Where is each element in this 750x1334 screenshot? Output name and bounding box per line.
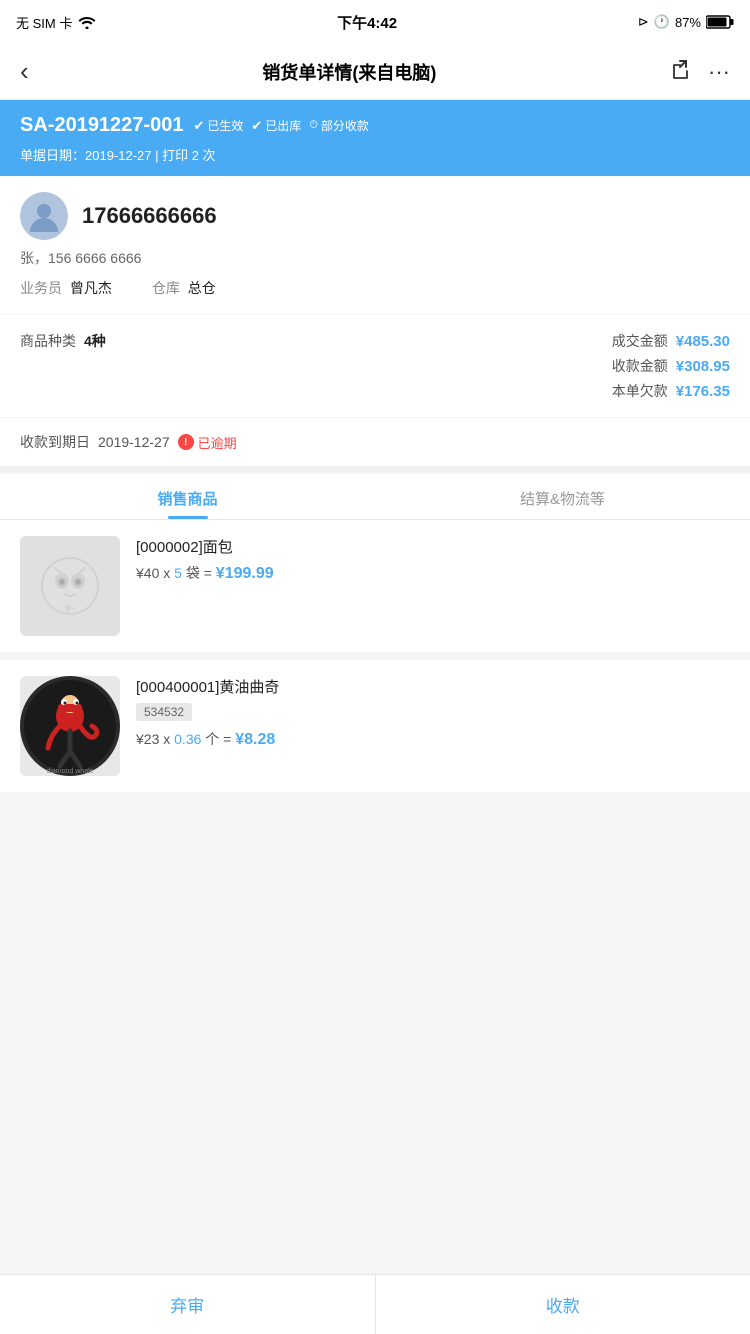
nav-right: ··· [670, 58, 730, 85]
wifi-icon [78, 15, 96, 29]
collect-payment-button[interactable]: 收款 [376, 1275, 750, 1334]
badge-shipped: ✔ 已出库 [251, 117, 301, 134]
product-1-image: 萝+ [20, 536, 120, 636]
product-1-total: ¥199.99 [216, 565, 274, 582]
nav-bar: ‹ 销货单详情(来自电脑) ··· [0, 44, 750, 100]
received-amount: 收款金额 ¥308.95 [612, 356, 730, 376]
due-date-label: 收款到期日 [20, 432, 90, 452]
salesperson-field: 业务员 曾凡杰 [20, 278, 112, 298]
customer-phone: 17666666666 [82, 203, 217, 229]
page-title: 销货单详情(来自电脑) [262, 59, 436, 85]
category-label: 商品种类 [20, 331, 76, 351]
product-1-name: [0000002]面包 [136, 536, 730, 557]
product-2-name: [000400001]黄油曲奇 [136, 676, 730, 697]
status-right: ⊳ 🕐 87% [638, 14, 734, 30]
badge-active: ✔ 已生效 [193, 117, 243, 134]
order-date: 单据日期：2019-12-27 | 打印 2 次 [20, 145, 730, 164]
alarm-icon: 🕐 [654, 14, 670, 30]
owed-amount-value: ¥176.35 [676, 383, 730, 400]
carrier-text: 无 SIM 卡 [16, 13, 72, 32]
more-button[interactable]: ··· [708, 59, 730, 85]
battery-icon [706, 15, 734, 29]
badge-active-label: 已生效 [207, 117, 243, 134]
product-2-qty: 0.36 [174, 731, 201, 747]
status-badges: ✔ 已生效 ✔ 已出库 ⏱ 部分收款 [193, 117, 368, 134]
product-2-info: [000400001]黄油曲奇 534532 ¥23 x 0.36 个 = ¥8… [136, 676, 730, 749]
warehouse-value: 总仓 [188, 280, 216, 296]
category-value: 4种 [84, 331, 106, 351]
product-list: 萝+ [0000002]面包 ¥40 x 5 袋 = ¥199.99 [0, 520, 750, 792]
deal-amount-value: ¥485.30 [676, 333, 730, 350]
salesperson-label: 业务员 [20, 280, 62, 296]
overdue-icon: ! [178, 434, 194, 450]
received-amount-value: ¥308.95 [676, 358, 730, 375]
order-id: SA-20191227-001 [20, 114, 183, 137]
placeholder-owl-icon: 萝+ [40, 556, 100, 616]
customer-section: 17666666666 张，156 6666 6666 业务员 曾凡杰 仓库 总… [0, 176, 750, 314]
status-time: 下午4:42 [337, 12, 397, 33]
received-amount-label: 收款金额 [612, 356, 668, 376]
svg-text:萝+: 萝+ [64, 604, 75, 613]
customer-avatar [20, 192, 68, 240]
product-2-price: ¥23 x 0.36 个 = ¥8.28 [136, 729, 730, 749]
tab-products-label: 销售商品 [157, 491, 217, 508]
overdue-badge: ! 已逾期 [178, 433, 237, 452]
due-date-section: 收款到期日 2019-12-27 ! 已逾期 [0, 418, 750, 472]
tab-products[interactable]: 销售商品 [0, 474, 375, 519]
product-2-total: ¥8.28 [235, 731, 275, 748]
product-item-1: 萝+ [0000002]面包 ¥40 x 5 袋 = ¥199.99 [0, 520, 750, 652]
status-left: 无 SIM 卡 [16, 13, 96, 32]
badge-partial: ⏱ 部分收款 [309, 117, 369, 134]
badge-shipped-label: 已出库 [265, 117, 301, 134]
share-button[interactable] [670, 58, 692, 85]
salesperson-value: 曾凡杰 [70, 280, 112, 296]
product-1-qty: 5 [174, 565, 182, 581]
product-2-sku: 534532 [136, 703, 192, 721]
svg-text:diamond whale: diamond whale [46, 768, 93, 775]
status-bar: 无 SIM 卡 下午4:42 ⊳ 🕐 87% [0, 0, 750, 44]
customer-meta: 业务员 曾凡杰 仓库 总仓 [20, 278, 730, 298]
back-button[interactable]: ‹ [20, 56, 29, 87]
product-1-info: [0000002]面包 ¥40 x 5 袋 = ¥199.99 [136, 536, 730, 583]
customer-name: 张，156 6666 6666 [20, 248, 730, 268]
overdue-label: 已逾期 [198, 433, 237, 452]
cancel-audit-button[interactable]: 弃审 [0, 1275, 376, 1334]
product-1-unit-price: ¥40 [136, 565, 159, 581]
product-2-image-svg: diamond whale [20, 676, 120, 776]
tab-settlement-label: 结算&物流等 [520, 491, 605, 508]
product-1-price: ¥40 x 5 袋 = ¥199.99 [136, 563, 730, 583]
order-header: SA-20191227-001 ✔ 已生效 ✔ 已出库 ⏱ 部分收款 单据日期：… [0, 100, 750, 176]
product-2-unit-price: ¥23 [136, 731, 159, 747]
warehouse-field: 仓库 总仓 [152, 278, 216, 298]
financial-stats: 成交金额 ¥485.30 收款金额 ¥308.95 本单欠款 ¥176.35 [612, 331, 730, 401]
deal-amount-label: 成交金额 [612, 331, 668, 351]
due-date-value: 2019-12-27 [98, 434, 170, 450]
product-category: 商品种类 4种 [20, 331, 106, 351]
tab-settlement[interactable]: 结算&物流等 [375, 474, 750, 519]
product-item-2: diamond whale [000400001]黄油曲奇 534532 ¥23… [0, 660, 750, 792]
warehouse-label: 仓库 [152, 280, 180, 296]
tabs-bar: 销售商品 结算&物流等 [0, 474, 750, 520]
owed-amount-label: 本单欠款 [612, 381, 668, 401]
bottom-bar: 弃审 收款 [0, 1274, 750, 1334]
owed-amount: 本单欠款 ¥176.35 [612, 381, 730, 401]
stats-section: 商品种类 4种 成交金额 ¥485.30 收款金额 ¥308.95 本单欠款 ¥… [0, 315, 750, 417]
nav-left: ‹ [20, 56, 29, 87]
location-icon: ⊳ [638, 14, 649, 30]
person-icon [26, 198, 62, 234]
deal-amount: 成交金额 ¥485.30 [612, 331, 730, 351]
product-2-image: diamond whale [20, 676, 120, 776]
battery-text: 87% [675, 15, 701, 30]
badge-partial-label: 部分收款 [321, 117, 369, 134]
